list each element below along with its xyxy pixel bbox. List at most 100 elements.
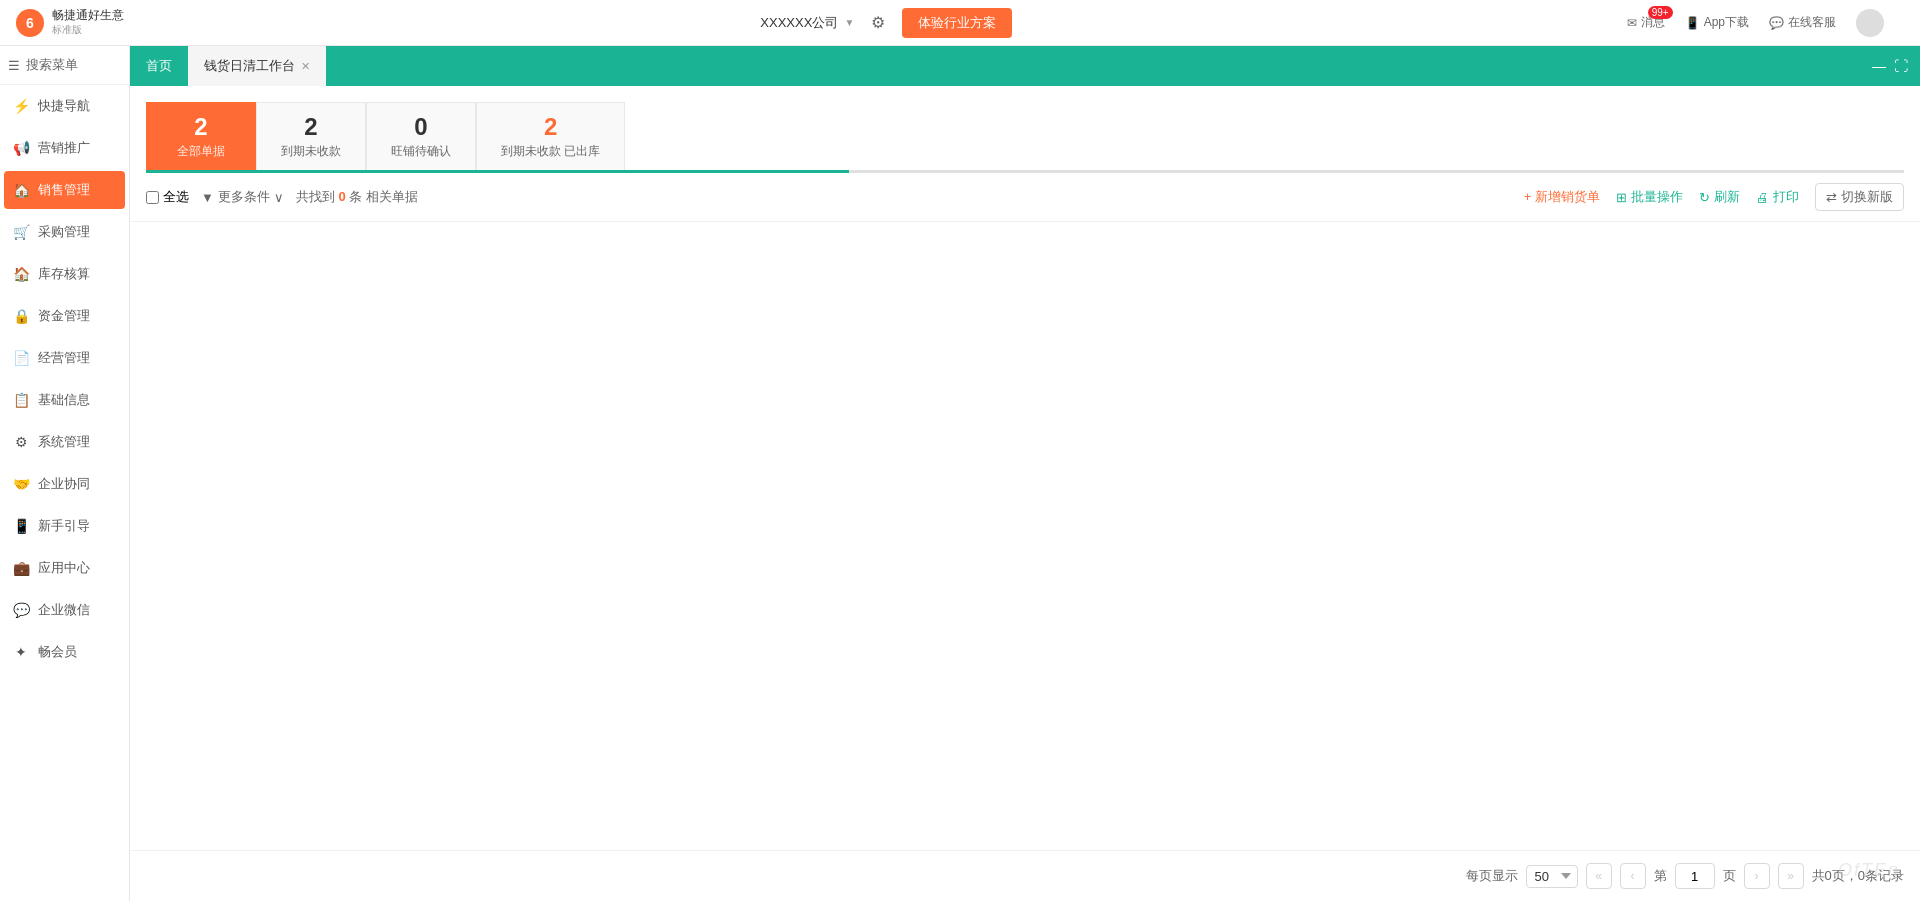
sidebar-item-inventory[interactable]: 🏠 库存核算 <box>0 253 129 295</box>
switch-version-btn[interactable]: ⇄ 切换新版 <box>1815 183 1904 211</box>
page-number-input[interactable] <box>1675 863 1715 889</box>
sidebar-item-label: 库存核算 <box>38 265 90 283</box>
batch-icon: ⊞ <box>1616 190 1627 205</box>
sales-icon: 🏠 <box>12 181 30 199</box>
sidebar-item-sales[interactable]: 🏠 销售管理 <box>4 171 125 209</box>
add-sales-order-btn[interactable]: + 新增销货单 <box>1524 188 1600 206</box>
sidebar: ☰ 搜索菜单 ⚡ 快捷导航 📢 营销推广 🏠 销售管理 🛒 采购管理 🏠 库存核… <box>0 46 130 901</box>
print-btn[interactable]: 🖨 打印 <box>1756 188 1799 206</box>
stats-tabs: 2 全部单据 2 到期未收款 0 旺铺待确认 2 到期未收款 已出库 <box>146 102 1904 170</box>
company-name: XXXXXX公司 <box>760 14 838 32</box>
sidebar-item-label: 新手引导 <box>38 517 90 535</box>
page-size-label: 每页显示 <box>1466 867 1518 885</box>
operations-icon: 📄 <box>12 349 30 367</box>
avatar[interactable] <box>1856 9 1884 37</box>
stat-label-overdue: 到期未收款 <box>281 143 341 160</box>
sidebar-item-member[interactable]: ✦ 畅会员 <box>0 631 129 673</box>
guide-icon: 📱 <box>12 517 30 535</box>
filter-chevron-icon: ∨ <box>274 190 284 205</box>
sidebar-item-label: 基础信息 <box>38 391 90 409</box>
search-icon: ☰ <box>8 58 20 73</box>
logo-area: 6 畅捷通好生意 标准版 <box>16 8 146 38</box>
header-right: ✉ 消息 99+ 📱 App下载 💬 在线客服 <box>1627 9 1904 37</box>
service-icon: 💬 <box>1769 16 1784 30</box>
tab-close-icon[interactable]: ✕ <box>301 60 310 73</box>
sidebar-item-marketing[interactable]: 📢 营销推广 <box>0 127 129 169</box>
app-download-btn[interactable]: 📱 App下载 <box>1685 14 1749 31</box>
sidebar-item-label: 营销推广 <box>38 139 90 157</box>
toolbar-left: 全选 ▼ 更多条件 ∨ 共找到 0 条 相关单据 <box>146 188 418 206</box>
sidebar-item-basic-info[interactable]: 📋 基础信息 <box>0 379 129 421</box>
message-icon: ✉ <box>1627 16 1637 30</box>
select-all-label: 全选 <box>163 188 189 206</box>
switch-label: 切换新版 <box>1841 188 1893 206</box>
chevron-down-icon: ▼ <box>844 17 854 28</box>
brand-watermark: OfTEn <box>1838 860 1900 881</box>
tab-workbench[interactable]: 钱货日清工作台 ✕ <box>188 46 326 86</box>
stat-tab-all[interactable]: 2 全部单据 <box>146 102 256 170</box>
online-service-label: 在线客服 <box>1788 14 1836 31</box>
page-suffix-label: 页 <box>1723 867 1736 885</box>
sidebar-item-system[interactable]: ⚙ 系统管理 <box>0 421 129 463</box>
content-inner: 2 全部单据 2 到期未收款 0 旺铺待确认 2 到期未收款 已出库 <box>130 86 1920 901</box>
sidebar-search[interactable]: ☰ 搜索菜单 <box>0 46 129 85</box>
sidebar-item-label: 资金管理 <box>38 307 90 325</box>
tab-bar: 首页 钱货日清工作台 ✕ — ⛶ <box>130 46 1920 86</box>
sidebar-item-label: 企业协同 <box>38 475 90 493</box>
stat-tab-pending[interactable]: 0 旺铺待确认 <box>366 102 476 170</box>
sidebar-item-app-center[interactable]: 💼 应用中心 <box>0 547 129 589</box>
company-selector[interactable]: XXXXXX公司 ▼ <box>760 14 854 32</box>
sidebar-search-label: 搜索菜单 <box>26 56 78 74</box>
filter-label: 更多条件 <box>218 188 270 206</box>
app-download-label: App下载 <box>1704 14 1749 31</box>
sidebar-item-quick-nav[interactable]: ⚡ 快捷导航 <box>0 85 129 127</box>
header-center: XXXXXX公司 ▼ ⚙ 体验行业方案 <box>760 8 1012 38</box>
refresh-btn[interactable]: ↻ 刷新 <box>1699 188 1740 206</box>
logo-text-area: 畅捷通好生意 标准版 <box>52 8 124 38</box>
online-service-btn[interactable]: 💬 在线客服 <box>1769 14 1836 31</box>
batch-label: 批量操作 <box>1631 188 1683 206</box>
message-btn[interactable]: ✉ 消息 99+ <box>1627 14 1665 31</box>
next-page-btn[interactable]: › <box>1744 863 1770 889</box>
pagination-bar: 每页显示 20 50 100 « ‹ 第 页 › » 共0页，0条记录 <box>130 850 1920 901</box>
download-icon: 📱 <box>1685 16 1700 30</box>
sidebar-item-capital[interactable]: 🔒 资金管理 <box>0 295 129 337</box>
inventory-icon: 🏠 <box>12 265 30 283</box>
sidebar-item-label: 采购管理 <box>38 223 90 241</box>
stats-tabs-area: 2 全部单据 2 到期未收款 0 旺铺待确认 2 到期未收款 已出库 <box>130 86 1920 173</box>
sidebar-item-purchase[interactable]: 🛒 采购管理 <box>0 211 129 253</box>
app-name: 畅捷通好生意 <box>52 8 124 24</box>
tab-expand-icon[interactable]: ⛶ <box>1894 58 1908 74</box>
stat-count-all: 2 <box>194 113 207 141</box>
filter-button[interactable]: ▼ 更多条件 ∨ <box>201 188 284 206</box>
app-center-icon: 💼 <box>12 559 30 577</box>
trial-button[interactable]: 体验行业方案 <box>902 8 1012 38</box>
sidebar-item-operations[interactable]: 📄 经营管理 <box>0 337 129 379</box>
member-icon: ✦ <box>12 643 30 661</box>
last-page-btn[interactable]: » <box>1778 863 1804 889</box>
sidebar-item-label: 畅会员 <box>38 643 77 661</box>
stat-count-pending: 0 <box>414 113 427 141</box>
tab-minimize-icon[interactable]: — <box>1872 58 1886 74</box>
stat-tab-overdue[interactable]: 2 到期未收款 <box>256 102 366 170</box>
sidebar-item-label: 销售管理 <box>38 181 90 199</box>
settings-button[interactable]: ⚙ <box>864 9 892 37</box>
select-all-checkbox[interactable]: 全选 <box>146 188 189 206</box>
switch-icon: ⇄ <box>1826 190 1837 205</box>
first-page-btn[interactable]: « <box>1586 863 1612 889</box>
main-content: 2 全部单据 2 到期未收款 0 旺铺待确认 2 到期未收款 已出库 <box>130 86 1920 901</box>
stat-tab-overdue-shipped[interactable]: 2 到期未收款 已出库 <box>476 102 625 170</box>
batch-operation-btn[interactable]: ⊞ 批量操作 <box>1616 188 1683 206</box>
sidebar-item-guide[interactable]: 📱 新手引导 <box>0 505 129 547</box>
sidebar-item-wechat[interactable]: 💬 企业微信 <box>0 589 129 631</box>
tab-home[interactable]: 首页 <box>130 46 188 86</box>
sidebar-item-cooperation[interactable]: 🤝 企业协同 <box>0 463 129 505</box>
toolbar: 全选 ▼ 更多条件 ∨ 共找到 0 条 相关单据 + 新增销货单 ⊞ <box>130 173 1920 222</box>
page-size-select[interactable]: 20 50 100 <box>1526 865 1578 888</box>
prev-page-btn[interactable]: ‹ <box>1620 863 1646 889</box>
basic-info-icon: 📋 <box>12 391 30 409</box>
capital-icon: 🔒 <box>12 307 30 325</box>
select-all-input[interactable] <box>146 191 159 204</box>
print-icon: 🖨 <box>1756 190 1769 205</box>
refresh-label: 刷新 <box>1714 188 1740 206</box>
